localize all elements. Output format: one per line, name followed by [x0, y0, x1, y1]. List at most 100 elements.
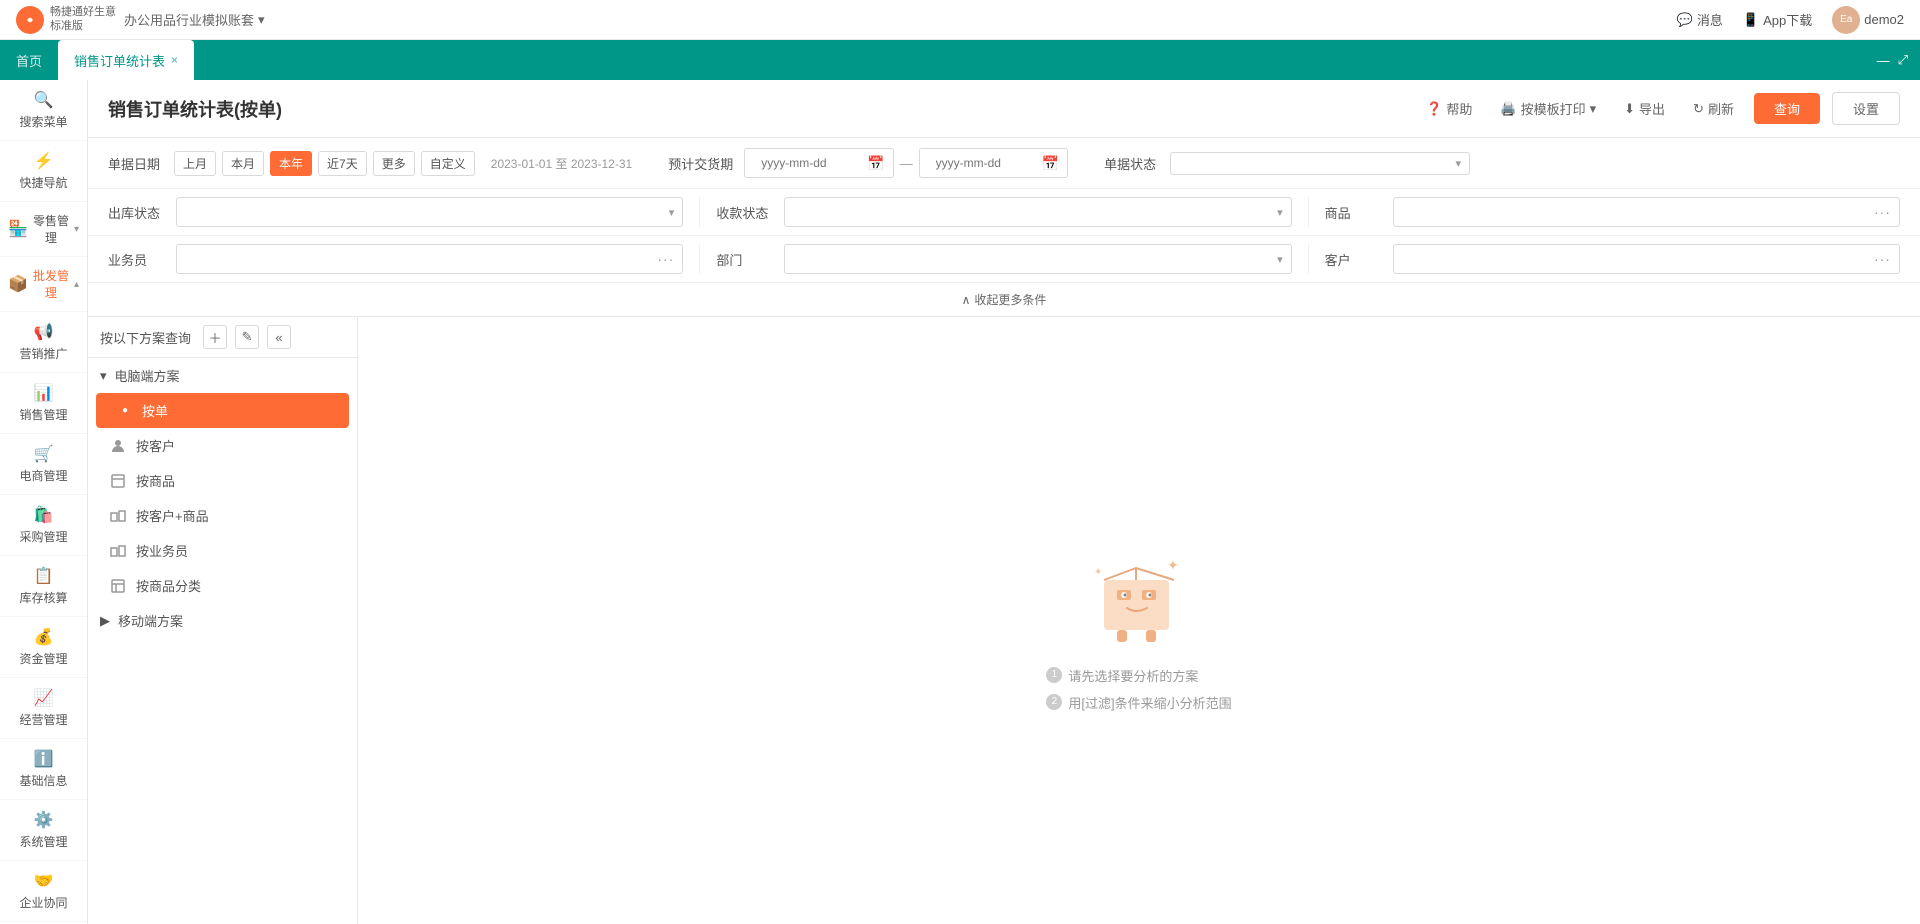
sidebar-item-retail[interactable]: 🏪 零售管理 ▾	[0, 202, 87, 257]
sidebar-item-inventory[interactable]: 📋 库存核算	[0, 556, 87, 617]
sales-icon: 📊	[34, 383, 54, 403]
tab-bar-actions: — ⤢	[1877, 52, 1920, 68]
sidebar-item-quick-nav[interactable]: ⚡ 快捷导航	[0, 141, 87, 202]
sidebar-item-label: 批发管理	[30, 267, 72, 301]
by-goods-icon	[108, 473, 128, 489]
sidebar-item-operations[interactable]: 📈 经营管理	[0, 678, 87, 739]
sidebar-item-basic[interactable]: ℹ️ 基础信息	[0, 739, 87, 800]
sidebar-item-label: 库存核算	[19, 589, 67, 606]
mobile-section-label: 移动端方案	[118, 611, 183, 630]
user-area[interactable]: Ea demo2	[1832, 6, 1904, 34]
wholesale-expand-icon: ▴	[74, 279, 79, 290]
wholesale-icon: 📦	[8, 274, 28, 294]
tree-item-by-order[interactable]: ● 按单	[96, 393, 349, 428]
nav-message[interactable]: 💬 消息	[1677, 10, 1723, 29]
left-panel: 按以下方案查询 ＋ ✎ « ▾ 电脑端方案 ● 按单	[88, 317, 358, 924]
nav-app[interactable]: 📱 App下载	[1743, 10, 1812, 29]
expected-date-start[interactable]	[753, 152, 863, 174]
refresh-icon: ↻	[1693, 101, 1704, 117]
inventory-icon: 📋	[34, 566, 54, 586]
quick-nav-icon: ⚡	[34, 151, 54, 171]
btn-last-month[interactable]: 上月	[174, 151, 216, 176]
tab-close-icon[interactable]: ×	[171, 53, 178, 67]
settings-button[interactable]: 设置	[1832, 92, 1900, 125]
expected-date-label: 预计交货期	[668, 154, 738, 173]
goods-select[interactable]: ···	[1393, 197, 1900, 227]
logo-area[interactable]: 畅捷通好生意 标准版	[16, 6, 116, 34]
payment-chevron-icon: ▾	[1277, 206, 1283, 219]
page-header: 销售订单统计表(按单) ❓ 帮助 🖨️ 按模板打印 ▾ ⬇ 导出	[88, 80, 1920, 138]
print-arrow-icon: ▾	[1590, 101, 1597, 117]
export-icon: ⬇	[1624, 101, 1635, 117]
date-range-display: 2023-01-01 至 2023-12-31	[491, 155, 632, 172]
tree-parent-mobile[interactable]: ▶ 移动端方案	[88, 603, 357, 638]
empty-state: ✦ ✦ 1 请先选择要分析的方案 2 用[过滤]条件来缩小分析范围	[358, 317, 1920, 924]
collapse-panel-button[interactable]: «	[267, 325, 291, 349]
top-bar-left: 畅捷通好生意 标准版 办公用品行业模拟账套 ▾	[16, 6, 265, 34]
sidebar-item-label: 经营管理	[19, 711, 67, 728]
tree-parent-pc[interactable]: ▾ 电脑端方案	[88, 358, 357, 393]
btn-more[interactable]: 更多	[373, 151, 415, 176]
edit-scheme-button[interactable]: ✎	[235, 325, 259, 349]
collapse-button[interactable]: ∧ 收起更多条件	[88, 283, 1920, 317]
btn-this-year[interactable]: 本年	[270, 151, 312, 176]
calendar-end-icon[interactable]: 📅	[1042, 155, 1059, 172]
tree-item-by-salesperson[interactable]: 按业务员	[88, 533, 357, 568]
ship-chevron-icon: ▾	[669, 206, 675, 219]
sidebar-item-enterprise[interactable]: 🤝 企业协同	[0, 861, 87, 922]
logo-icon	[16, 6, 44, 34]
print-button[interactable]: 🖨️ 按模板打印 ▾	[1492, 95, 1604, 122]
tab-minimize-icon[interactable]: —	[1877, 53, 1890, 68]
avatar: Ea	[1832, 6, 1860, 34]
add-scheme-button[interactable]: ＋	[203, 325, 227, 349]
department-select[interactable]: ▾	[784, 244, 1291, 274]
expected-date-end[interactable]	[928, 152, 1038, 174]
export-button[interactable]: ⬇ 导出	[1616, 95, 1673, 122]
tab-maximize-icon[interactable]: ⤢	[1898, 52, 1908, 68]
calendar-start-icon[interactable]: 📅	[867, 155, 884, 172]
payment-status-select[interactable]: ▾	[784, 197, 1291, 227]
tip-1-num: 1	[1046, 667, 1062, 683]
btn-last7[interactable]: 近7天	[318, 151, 367, 176]
tab-bar: 首页 销售订单统计表 × — ⤢	[0, 40, 1920, 80]
sidebar-item-finance[interactable]: 💰 资金管理	[0, 617, 87, 678]
query-button[interactable]: 查询	[1754, 93, 1820, 124]
customer-label: 客户	[1325, 250, 1385, 269]
top-title[interactable]: 办公用品行业模拟账套 ▾	[124, 10, 265, 29]
help-icon: ❓	[1426, 101, 1442, 117]
ship-status-select[interactable]: ▾	[176, 197, 683, 227]
goods-label: 商品	[1325, 203, 1385, 222]
tab-sales-order-stats[interactable]: 销售订单统计表 ×	[58, 40, 194, 80]
ecom-icon: 🛒	[34, 444, 54, 464]
tree-item-by-category[interactable]: 按商品分类	[88, 568, 357, 603]
ship-status-label: 出库状态	[108, 203, 168, 222]
sidebar-item-marketing[interactable]: 📢 营销推广	[0, 312, 87, 373]
top-bar: 畅捷通好生意 标准版 办公用品行业模拟账套 ▾ 💬 消息 📱 App下载 Ea …	[0, 0, 1920, 40]
logo-text: 畅捷通好生意 标准版	[50, 6, 116, 32]
sidebar-item-label: 采购管理	[19, 528, 67, 545]
system-icon: ⚙️	[34, 810, 54, 830]
tab-home[interactable]: 首页	[0, 40, 58, 80]
sidebar-item-ecom[interactable]: 🛒 电商管理	[0, 434, 87, 495]
tree-item-by-customer-goods[interactable]: 按客户+商品	[88, 498, 357, 533]
tip-2-num: 2	[1046, 694, 1062, 710]
sidebar-item-sales[interactable]: 📊 销售管理	[0, 373, 87, 434]
tree-item-by-customer[interactable]: 按客户	[88, 428, 357, 463]
sidebar-item-wholesale[interactable]: 📦 批发管理 ▴	[0, 257, 87, 312]
doc-status-select[interactable]: ▾	[1170, 152, 1470, 175]
sidebar-item-system[interactable]: ⚙️ 系统管理	[0, 800, 87, 861]
btn-custom[interactable]: 自定义	[421, 151, 475, 176]
basic-icon: ℹ️	[34, 749, 54, 769]
help-button[interactable]: ❓ 帮助	[1418, 95, 1480, 122]
retail-icon: 🏪	[8, 219, 28, 239]
date-separator: —	[900, 156, 913, 171]
tree-item-by-goods[interactable]: 按商品	[88, 463, 357, 498]
sidebar-item-search[interactable]: 🔍 搜索菜单	[0, 80, 87, 141]
marketing-icon: 📢	[34, 322, 54, 342]
sidebar-item-purchase[interactable]: 🛍️ 采购管理	[0, 495, 87, 556]
refresh-button[interactable]: ↻ 刷新	[1685, 95, 1742, 122]
salesperson-select[interactable]: ···	[176, 244, 683, 274]
btn-this-month[interactable]: 本月	[222, 151, 264, 176]
sidebar-item-label: 电商管理	[19, 467, 67, 484]
customer-select[interactable]: ···	[1393, 244, 1900, 274]
